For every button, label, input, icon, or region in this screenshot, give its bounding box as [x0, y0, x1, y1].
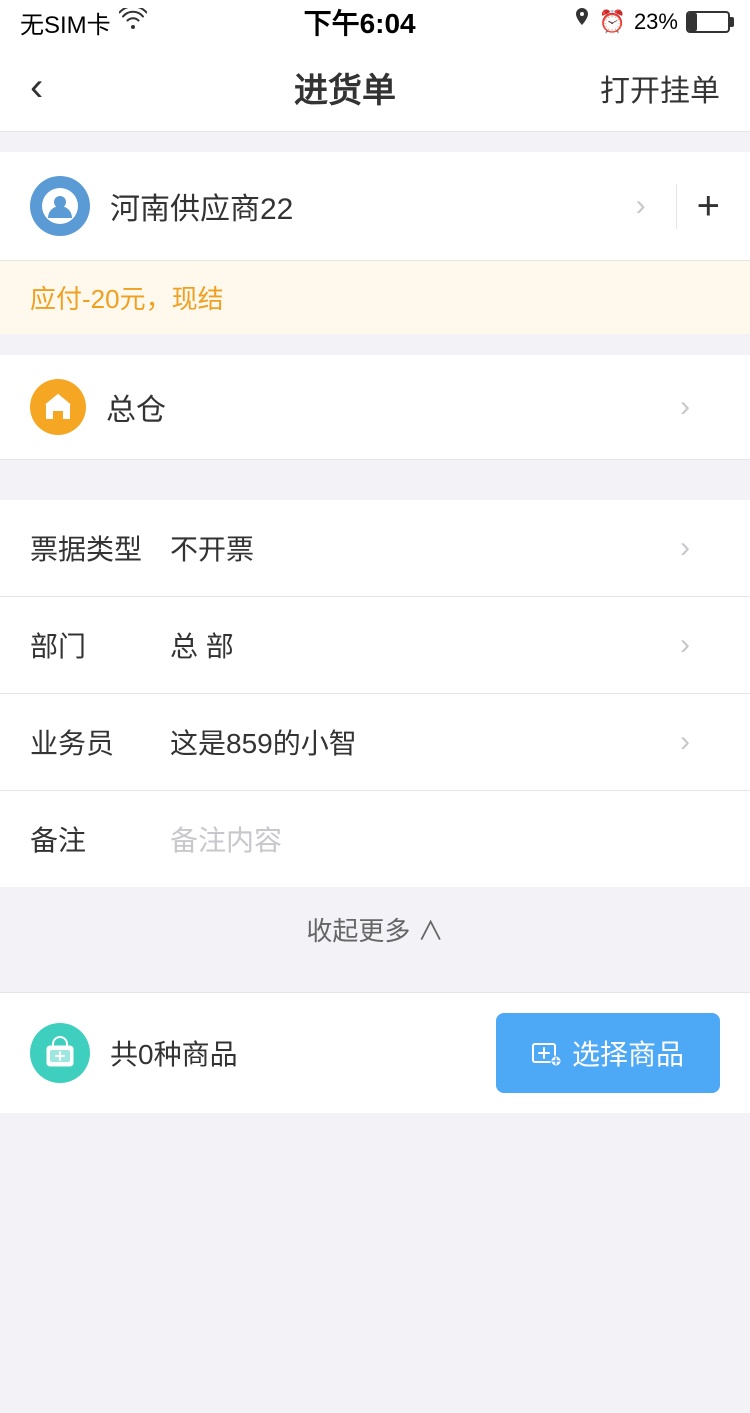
department-label: 部门 — [30, 625, 150, 665]
department-chevron-icon: › — [680, 628, 690, 662]
salesperson-chevron-icon: › — [680, 725, 690, 759]
invoice-type-label: 票据类型 — [30, 528, 150, 568]
salesperson-row[interactable]: 业务员 这是859的小智 › — [0, 694, 750, 791]
status-bar: 无SIM卡 下午6:04 ⏰ 23% — [0, 0, 750, 44]
status-left: 无SIM卡 — [20, 5, 147, 40]
remark-label: 备注 — [30, 819, 150, 859]
avatar-inner — [42, 188, 78, 224]
section-gap-2 — [0, 460, 750, 480]
select-product-label: 选择商品 — [572, 1033, 684, 1073]
location-icon — [573, 8, 591, 36]
salesperson-label: 业务员 — [30, 722, 150, 762]
invoice-chevron-icon: › — [680, 531, 690, 565]
warehouse-row[interactable]: 总仓 › — [0, 355, 750, 460]
warehouse-name: 总仓 — [106, 385, 680, 429]
supplier-notice: 应付-20元，现结 — [0, 261, 750, 335]
department-value: 总 部 — [150, 625, 680, 665]
invoice-type-value: 不开票 — [150, 528, 680, 568]
back-button[interactable]: ‹ — [30, 65, 90, 110]
battery-icon — [686, 11, 730, 33]
salesperson-value: 这是859的小智 — [150, 722, 680, 762]
remark-row[interactable]: 备注 备注内容 — [0, 791, 750, 887]
battery-label: 23% — [634, 9, 678, 35]
bottom-bar: 共0种商品 选择商品 — [0, 992, 750, 1113]
wifi-icon — [119, 8, 147, 37]
select-product-button[interactable]: 选择商品 — [496, 1013, 720, 1093]
add-supplier-button[interactable]: + — [676, 184, 720, 229]
collapse-button[interactable]: 收起更多 ∧ — [0, 887, 750, 972]
page-title: 进货单 — [294, 63, 396, 112]
top-separator — [0, 132, 750, 152]
collapse-label: 收起更多 ∧ — [306, 911, 443, 948]
warehouse-chevron-icon: › — [680, 390, 690, 424]
status-right: ⏰ 23% — [573, 8, 730, 36]
form-section: 票据类型 不开票 › 部门 总 部 › 业务员 这是859的小智 › 备注 备注… — [0, 500, 750, 887]
nav-bar: ‹ 进货单 打开挂单 — [0, 44, 750, 132]
carrier-label: 无SIM卡 — [20, 5, 111, 40]
invoice-type-row[interactable]: 票据类型 不开票 › — [0, 500, 750, 597]
supplier-section: 河南供应商22 › + 应付-20元，现结 — [0, 152, 750, 335]
section-gap-3 — [0, 972, 750, 992]
open-pending-button[interactable]: 打开挂单 — [600, 66, 720, 110]
department-row[interactable]: 部门 总 部 › — [0, 597, 750, 694]
product-icon — [30, 1023, 90, 1083]
product-count-label: 共0种商品 — [110, 1033, 496, 1073]
alarm-icon: ⏰ — [599, 9, 626, 35]
section-gap-1 — [0, 335, 750, 355]
supplier-chevron-icon: › — [636, 189, 646, 223]
status-time: 下午6:04 — [304, 2, 416, 42]
warehouse-icon — [30, 379, 86, 435]
supplier-row[interactable]: 河南供应商22 › + — [0, 152, 750, 261]
supplier-name: 河南供应商22 — [110, 184, 636, 228]
page-rest — [0, 1113, 750, 1413]
remark-input[interactable]: 备注内容 — [150, 819, 720, 859]
supplier-avatar — [30, 176, 90, 236]
